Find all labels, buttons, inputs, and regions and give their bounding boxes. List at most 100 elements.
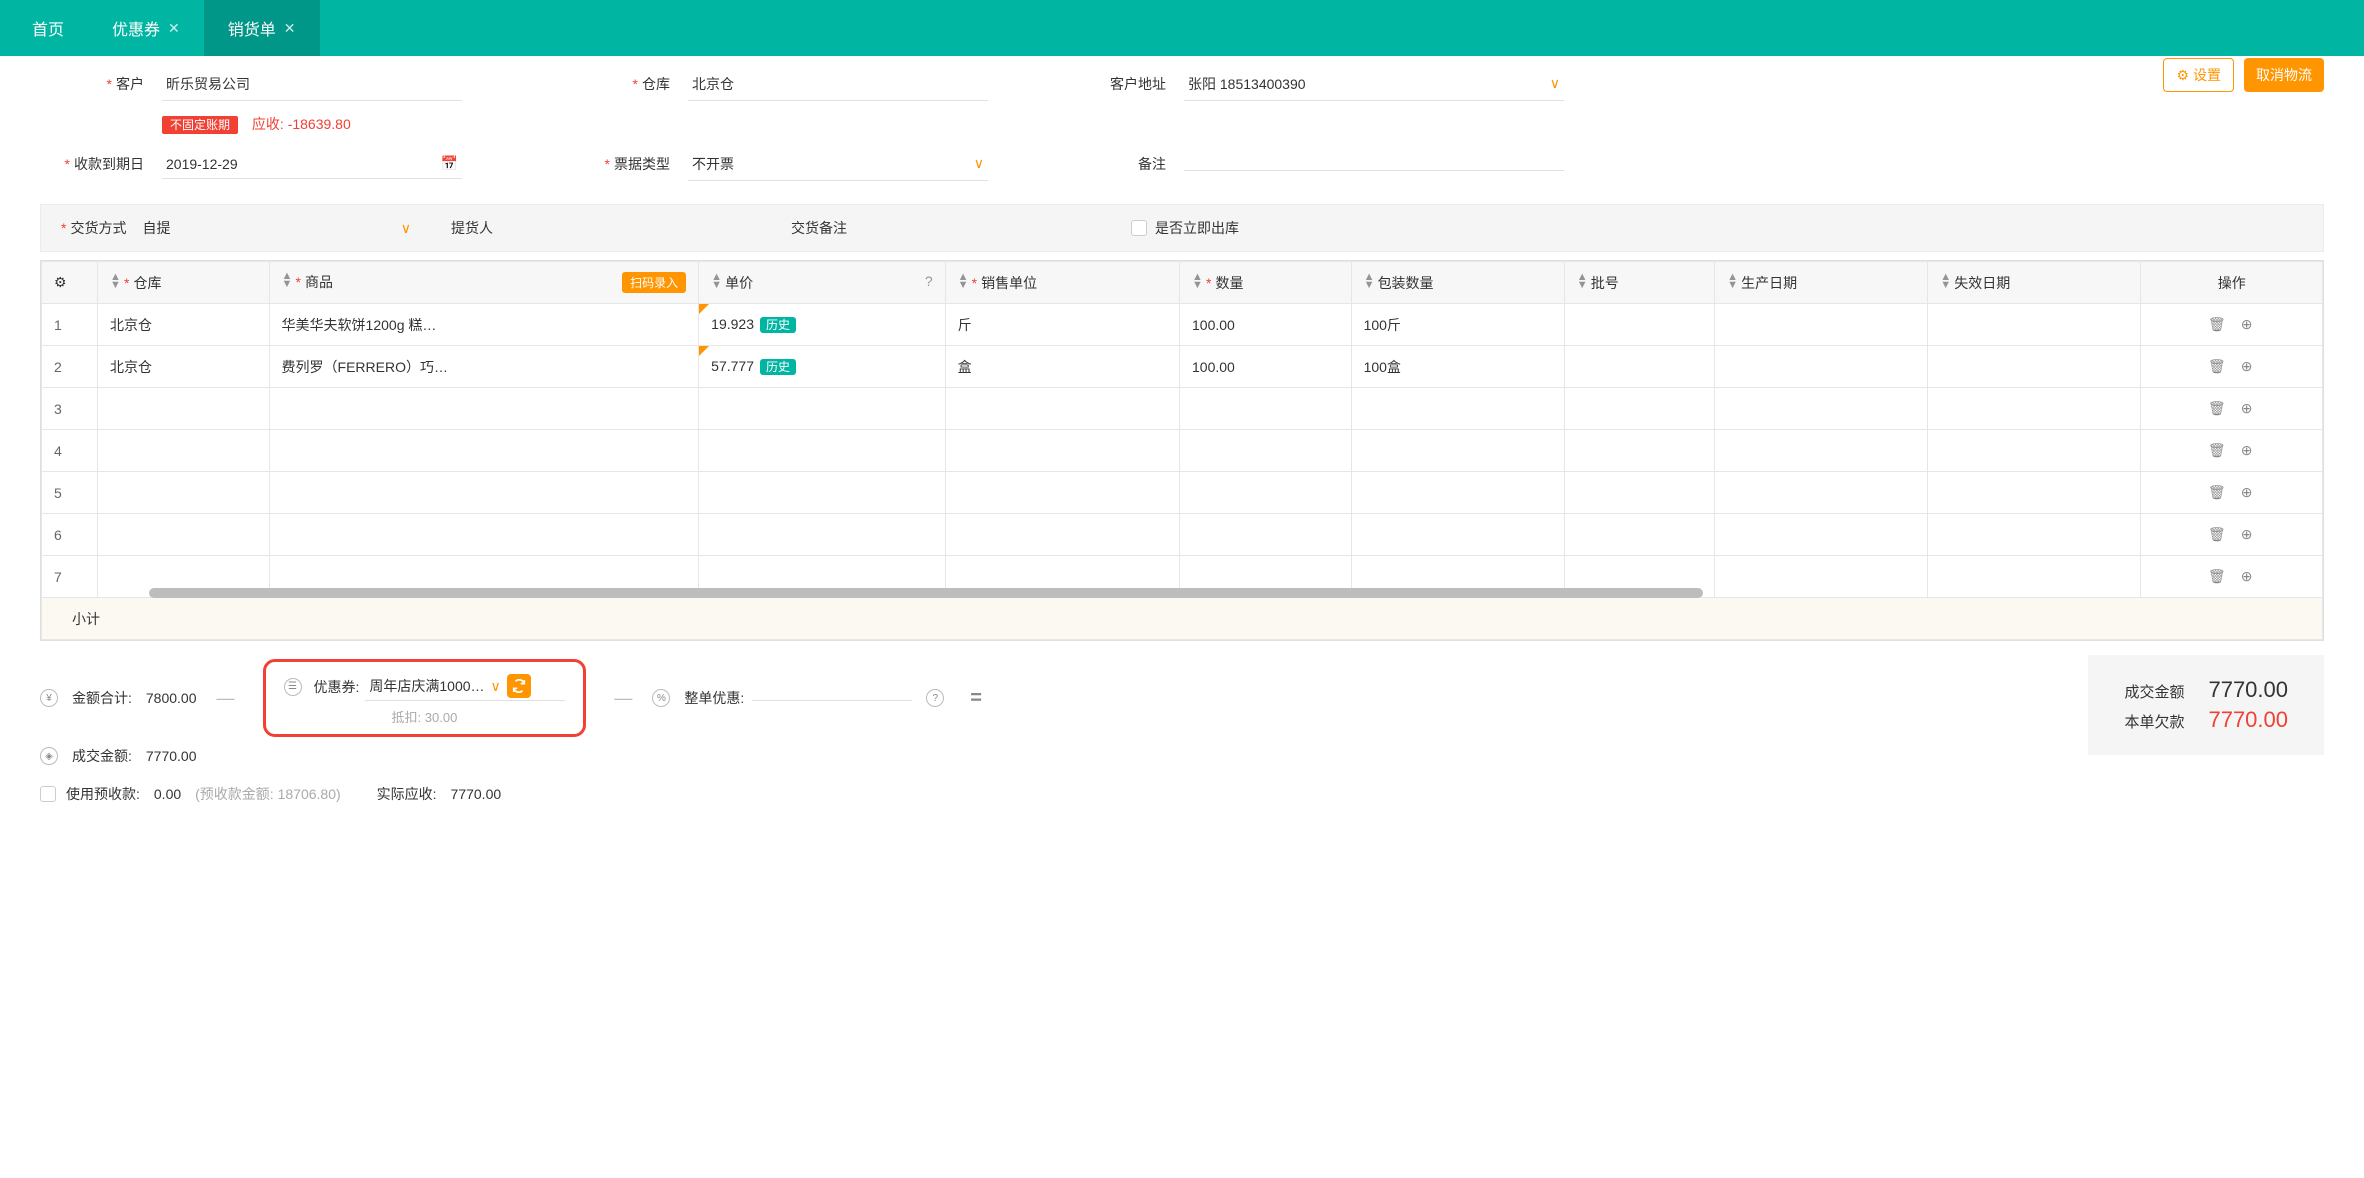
delete-row-icon[interactable]: 🗑	[2208, 316, 2226, 334]
cell-batch[interactable]	[1564, 472, 1714, 514]
cell-exp-date[interactable]	[1928, 346, 2141, 388]
coupon-select[interactable]: 周年店庆满1000… ∨	[365, 672, 565, 701]
delete-row-icon[interactable]: 🗑	[2208, 442, 2226, 460]
cell-unit[interactable]	[945, 388, 1179, 430]
close-icon[interactable]: ✕	[284, 20, 296, 37]
refresh-coupon-button[interactable]	[507, 674, 531, 698]
cell-prod-date[interactable]	[1715, 514, 1928, 556]
add-row-icon[interactable]: ⊕	[2238, 568, 2256, 586]
cell-batch[interactable]	[1564, 514, 1714, 556]
cell-product[interactable]: 华美华夫软饼1200g 糕…	[269, 304, 699, 346]
col-price[interactable]: 单价?	[699, 262, 945, 304]
use-prepay-checkbox[interactable]	[40, 786, 56, 802]
cell-warehouse[interactable]	[98, 430, 270, 472]
delete-row-icon[interactable]: 🗑	[2208, 568, 2226, 586]
cell-product[interactable]	[269, 430, 699, 472]
help-icon[interactable]: ?	[926, 689, 944, 707]
cell-exp-date[interactable]	[1928, 514, 2141, 556]
cell-price[interactable]	[699, 430, 945, 472]
payment-due-input[interactable]: 2019-12-29📅	[162, 149, 462, 179]
table-row[interactable]: 1 北京仓 华美华夫软饼1200g 糕… 19.923历史 斤 100.00 1…	[42, 304, 2323, 346]
cell-qty[interactable]	[1180, 430, 1352, 472]
close-icon[interactable]: ✕	[168, 20, 180, 37]
cell-product[interactable]	[269, 514, 699, 556]
history-tag[interactable]: 历史	[760, 317, 796, 333]
cell-exp-date[interactable]	[1928, 472, 2141, 514]
delete-row-icon[interactable]: 🗑	[2208, 484, 2226, 502]
cell-prod-date[interactable]	[1715, 556, 1928, 598]
col-batch[interactable]: 批号	[1564, 262, 1714, 304]
cell-pack[interactable]	[1351, 388, 1564, 430]
cell-pack[interactable]	[1351, 472, 1564, 514]
col-qty[interactable]: *数量	[1180, 262, 1352, 304]
cell-exp-date[interactable]	[1928, 430, 2141, 472]
col-sale-unit[interactable]: *销售单位	[945, 262, 1179, 304]
cancel-logistics-button[interactable]: 取消物流	[2244, 58, 2324, 92]
cell-qty[interactable]: 100.00	[1180, 346, 1352, 388]
table-row[interactable]: 2 北京仓 费列罗（FERRERO）巧… 57.777历史 盒 100.00 1…	[42, 346, 2323, 388]
cell-prod-date[interactable]	[1715, 346, 1928, 388]
order-discount-input[interactable]	[752, 696, 912, 701]
add-row-icon[interactable]: ⊕	[2238, 400, 2256, 418]
cell-exp-date[interactable]	[1928, 556, 2141, 598]
settings-button[interactable]: ⚙设置	[2163, 58, 2234, 92]
cell-product[interactable]: 费列罗（FERRERO）巧…	[269, 346, 699, 388]
scan-input-button[interactable]: 扫码录入	[622, 272, 686, 293]
col-pack-qty[interactable]: 包装数量	[1351, 262, 1564, 304]
cell-price[interactable]	[699, 472, 945, 514]
cell-product[interactable]	[269, 388, 699, 430]
cell-batch[interactable]	[1564, 304, 1714, 346]
warehouse-input[interactable]: 北京仓	[688, 68, 988, 101]
cell-warehouse[interactable]	[98, 388, 270, 430]
table-row[interactable]: 4 🗑 ⊕	[42, 430, 2323, 472]
add-row-icon[interactable]: ⊕	[2238, 316, 2256, 334]
cell-warehouse[interactable]: 北京仓	[98, 304, 270, 346]
cell-batch[interactable]	[1564, 388, 1714, 430]
table-settings-button[interactable]: ⚙	[42, 262, 98, 304]
col-warehouse[interactable]: *仓库	[98, 262, 270, 304]
cell-warehouse[interactable]	[98, 514, 270, 556]
cell-unit[interactable]: 盒	[945, 346, 1179, 388]
cell-batch[interactable]	[1564, 346, 1714, 388]
invoice-type-input[interactable]: 不开票∨	[688, 148, 988, 181]
cell-batch[interactable]	[1564, 430, 1714, 472]
help-icon[interactable]: ?	[925, 273, 933, 289]
horizontal-scrollbar[interactable]	[149, 588, 1703, 598]
cell-price[interactable]: 57.777历史	[699, 346, 945, 388]
cell-pack[interactable]: 100斤	[1351, 304, 1564, 346]
col-product[interactable]: *商品扫码录入	[269, 262, 699, 304]
cell-pack[interactable]	[1351, 430, 1564, 472]
table-row[interactable]: 5 🗑 ⊕	[42, 472, 2323, 514]
col-exp-date[interactable]: 失效日期	[1928, 262, 2141, 304]
cell-product[interactable]	[269, 472, 699, 514]
immediate-out-checkbox[interactable]	[1131, 220, 1147, 236]
add-row-icon[interactable]: ⊕	[2238, 526, 2256, 544]
col-prod-date[interactable]: 生产日期	[1715, 262, 1928, 304]
cell-price[interactable]	[699, 514, 945, 556]
cell-qty[interactable]	[1180, 514, 1352, 556]
cell-prod-date[interactable]	[1715, 304, 1928, 346]
cell-exp-date[interactable]	[1928, 304, 2141, 346]
cell-unit[interactable]	[945, 514, 1179, 556]
customer-addr-input[interactable]: 张阳 18513400390∨	[1184, 68, 1564, 101]
table-row[interactable]: 3 🗑 ⊕	[42, 388, 2323, 430]
delete-row-icon[interactable]: 🗑	[2208, 400, 2226, 418]
cell-unit[interactable]	[945, 430, 1179, 472]
history-tag[interactable]: 历史	[760, 359, 796, 375]
cell-price[interactable]	[699, 388, 945, 430]
remark-input[interactable]	[1184, 158, 1564, 171]
cell-qty[interactable]: 100.00	[1180, 304, 1352, 346]
table-row[interactable]: 6 🗑 ⊕	[42, 514, 2323, 556]
delete-row-icon[interactable]: 🗑	[2208, 526, 2226, 544]
delivery-method-value[interactable]: 自提	[142, 218, 170, 238]
cell-unit[interactable]	[945, 472, 1179, 514]
cell-pack[interactable]: 100盒	[1351, 346, 1564, 388]
cell-qty[interactable]	[1180, 472, 1352, 514]
cell-prod-date[interactable]	[1715, 430, 1928, 472]
delete-row-icon[interactable]: 🗑	[2208, 358, 2226, 376]
cell-exp-date[interactable]	[1928, 388, 2141, 430]
add-row-icon[interactable]: ⊕	[2238, 358, 2256, 376]
customer-input[interactable]: 昕乐贸易公司	[162, 68, 462, 101]
tab-coupon[interactable]: 优惠券✕	[88, 0, 204, 56]
add-row-icon[interactable]: ⊕	[2238, 484, 2256, 502]
